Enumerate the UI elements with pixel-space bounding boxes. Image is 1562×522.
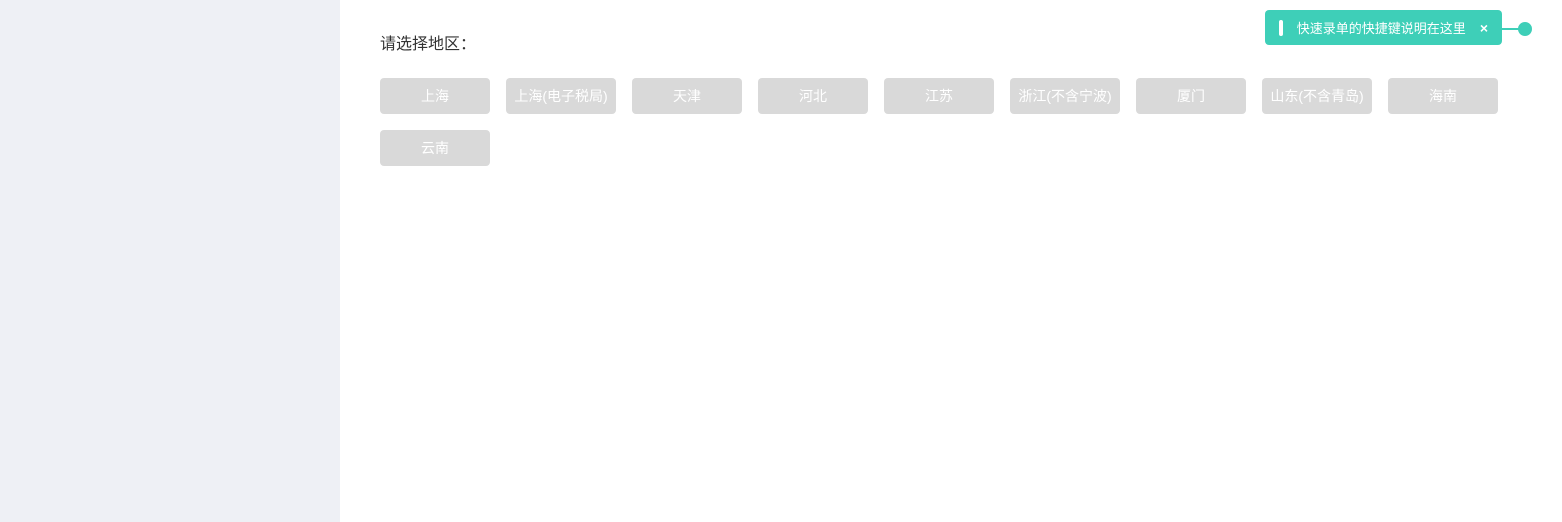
region-btn-shanghai-etax[interactable]: 上海(电子税局): [506, 78, 616, 114]
close-icon[interactable]: ×: [1480, 20, 1488, 36]
tooltip-banner: 快速录单的快捷键说明在这里 ×: [1265, 10, 1502, 45]
region-btn-yunnan[interactable]: 云南: [380, 130, 490, 166]
tooltip-text: 快速录单的快捷键说明在这里: [1297, 18, 1466, 37]
region-btn-zhejiang[interactable]: 浙江(不含宁波): [1010, 78, 1120, 114]
region-btn-hebei[interactable]: 河北: [758, 78, 868, 114]
main-content: 请选择地区： 上海上海(电子税局)天津河北江苏浙江(不含宁波)厦门山东(不含青岛…: [340, 0, 1562, 522]
region-buttons: 上海上海(电子税局) 天津河北江苏浙江(不含宁波) 厦门山东(不含青岛) 海南云南: [380, 78, 1522, 166]
region-btn-jiangsu[interactable]: 江苏: [884, 78, 994, 114]
tooltip-bar: [1279, 20, 1283, 36]
region-btn-hainan[interactable]: 海南: [1388, 78, 1498, 114]
region-btn-shanghai[interactable]: 上海: [380, 78, 490, 114]
tooltip-dot: [1518, 22, 1532, 36]
region-btn-xiamen[interactable]: 厦门: [1136, 78, 1246, 114]
region-btn-tianjin[interactable]: 天津: [632, 78, 742, 114]
region-btn-shandong[interactable]: 山东(不含青岛): [1262, 78, 1372, 114]
left-sidebar: [0, 0, 340, 522]
